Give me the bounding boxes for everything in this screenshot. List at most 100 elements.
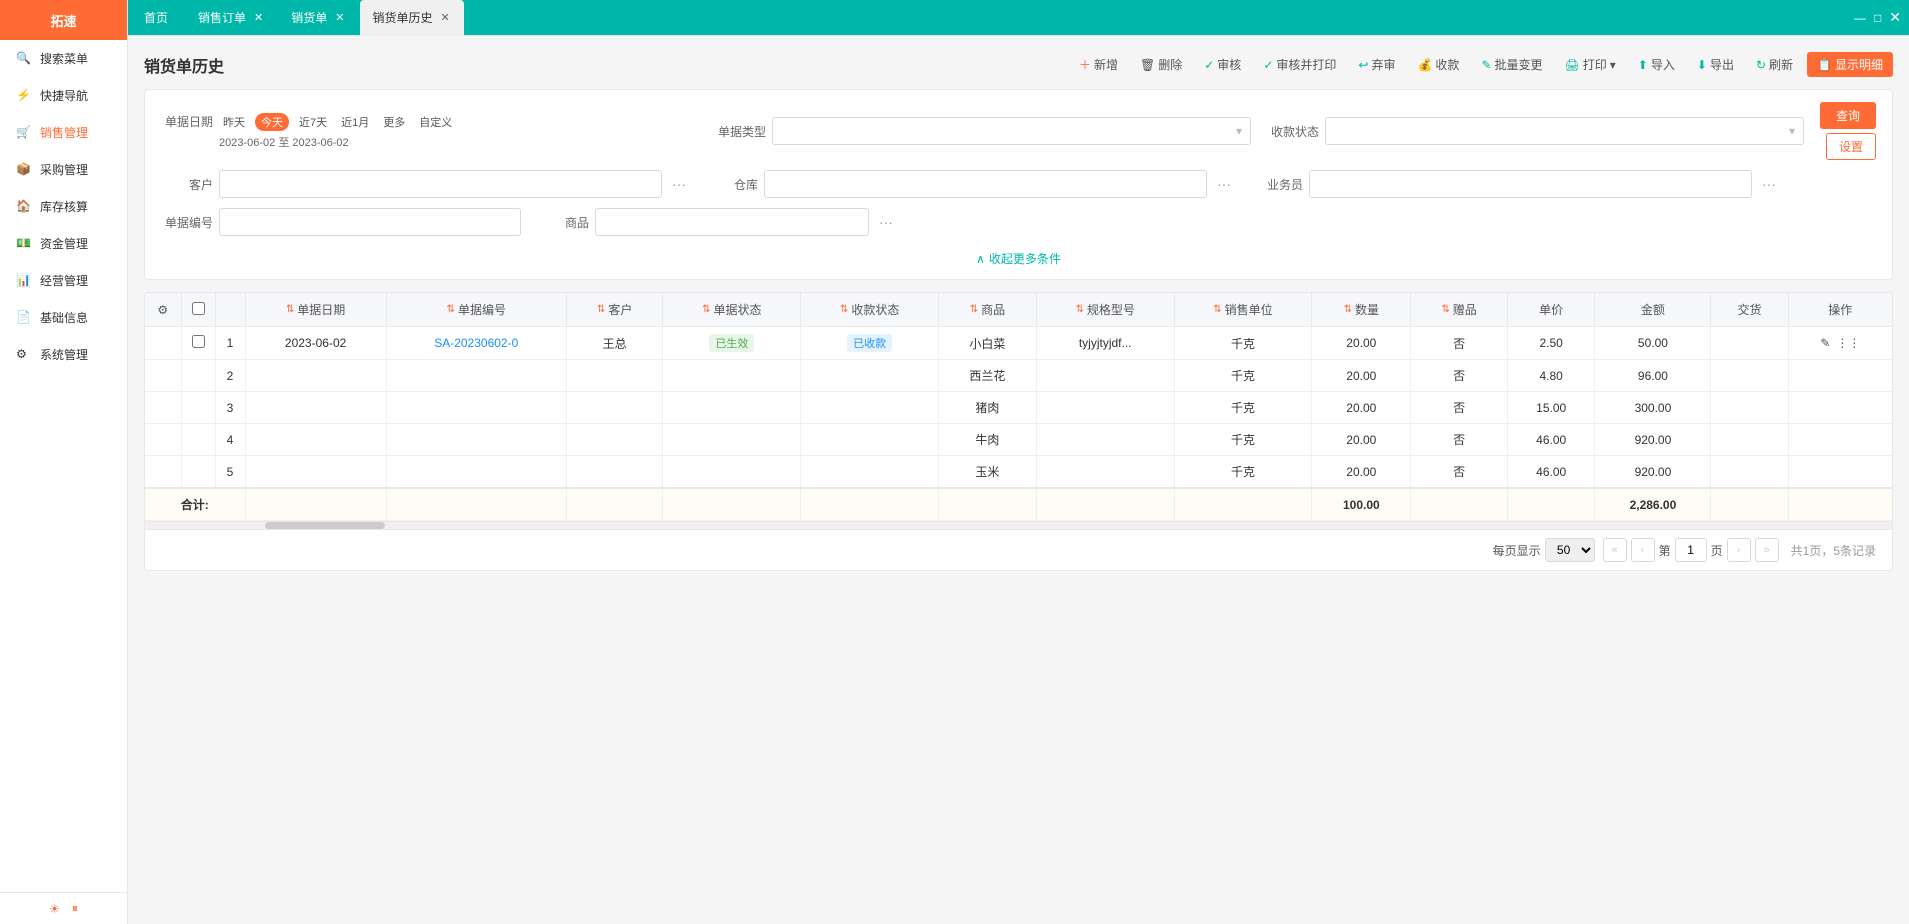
- search-icon: 🔍: [16, 51, 32, 67]
- content-area: 销货单历史 ＋ 新增 🗑 删除 ✓ 审核 ✓ 审核并打印: [128, 36, 1909, 924]
- date-tabs: 昨天 今天 近7天 近1月 更多 自定义: [219, 113, 456, 131]
- col-spec[interactable]: ⇅ 规格型号: [1036, 293, 1174, 327]
- abandon-icon: ↩: [1358, 58, 1368, 72]
- horizontal-scrollbar[interactable]: [145, 521, 1892, 529]
- theme-icon[interactable]: ☀: [49, 902, 60, 916]
- query-button[interactable]: 查询: [1820, 102, 1876, 129]
- more-action-icon[interactable]: ⋮⋮: [1836, 336, 1860, 350]
- sidebar-item-inventory[interactable]: 🏠 库存核算: [0, 188, 127, 225]
- col-gift[interactable]: ⇅ 赠品: [1411, 293, 1508, 327]
- tab-sales-order[interactable]: 销售订单 ✕: [186, 0, 277, 36]
- col-goods[interactable]: ⇅ 商品: [939, 293, 1037, 327]
- prev-page-btn[interactable]: ‹: [1631, 538, 1655, 562]
- col-doc-date[interactable]: ⇅ 单据日期: [245, 293, 386, 327]
- batch-change-button[interactable]: ✎ 批量变更: [1473, 52, 1550, 77]
- tab-close-sales-goods[interactable]: ✕: [333, 11, 346, 24]
- per-page-select[interactable]: 50 100 200: [1545, 538, 1595, 562]
- sidebar-item-purchase[interactable]: 📦 采购管理: [0, 151, 127, 188]
- collect-button[interactable]: 💰 收款: [1409, 52, 1467, 77]
- delete-button[interactable]: 🗑 删除: [1132, 52, 1190, 77]
- print-button[interactable]: 🖨 打印 ▾: [1557, 52, 1624, 77]
- window-minimize[interactable]: —: [1854, 11, 1866, 25]
- warehouse-ellipsis[interactable]: ···: [1213, 176, 1235, 192]
- filter-docno-item: 单据编号: [161, 208, 521, 236]
- page-number-input[interactable]: [1675, 538, 1707, 562]
- docno-input[interactable]: [219, 208, 521, 236]
- col-customer[interactable]: ⇅ 客户: [566, 293, 663, 327]
- tab-bar: 首页 销售订单 ✕ 销货单 ✕ 销货单历史 ✕ — □ ✕: [128, 0, 1909, 36]
- sidebar-item-basic-info[interactable]: 📄 基础信息: [0, 299, 127, 336]
- filter-date-item: 单据日期 昨天 今天 近7天 近1月 更多 自定义 2023-06-02 至 2…: [161, 113, 698, 150]
- chevron-down-icon2: ▾: [1789, 124, 1795, 138]
- tab-sales-history[interactable]: 销货单历史 ✕: [360, 0, 463, 36]
- sidebar-item-quick-nav[interactable]: ⚡ 快捷导航: [0, 77, 127, 114]
- goods-ellipsis[interactable]: ···: [875, 214, 897, 230]
- date-tab-custom[interactable]: 自定义: [415, 113, 456, 131]
- sort-icon10: ⇅: [1441, 304, 1449, 315]
- collapse-condition[interactable]: ∧ 收起更多条件: [161, 246, 1876, 267]
- col-settings[interactable]: ⚙: [145, 293, 181, 327]
- edit-icon[interactable]: ✎: [1820, 336, 1830, 350]
- date-tab-1month[interactable]: 近1月: [337, 113, 373, 131]
- scroll-thumb[interactable]: [265, 522, 385, 529]
- tab-sales-goods[interactable]: 销货单 ✕: [279, 0, 358, 36]
- last-page-btn[interactable]: »: [1755, 538, 1779, 562]
- select-all-checkbox[interactable]: [192, 302, 205, 315]
- col-doc-status[interactable]: ⇅ 单据状态: [663, 293, 801, 327]
- dropdown-arrow: ▾: [1610, 58, 1616, 72]
- col-qty[interactable]: ⇅ 数量: [1312, 293, 1411, 327]
- row-doc-date: 2023-06-02: [245, 327, 386, 360]
- date-tab-yesterday[interactable]: 昨天: [219, 113, 249, 131]
- page-navigation: « ‹ 第 页 › » 共1页，5条记录: [1603, 538, 1876, 562]
- refresh-button[interactable]: ↻ 刷新: [1748, 52, 1801, 77]
- detail-icon: 📋: [1817, 58, 1832, 72]
- lightning-icon: ⚡: [16, 88, 32, 104]
- abandon-button[interactable]: ↩ 弃审: [1350, 52, 1403, 77]
- tab-close-sales-order[interactable]: ✕: [252, 11, 265, 24]
- row-select-1[interactable]: [192, 335, 205, 348]
- tab-close-sales-history[interactable]: ✕: [439, 11, 452, 24]
- import-button[interactable]: ⬆ 导入: [1630, 52, 1683, 77]
- sidebar-item-sales[interactable]: 🛒 销售管理: [0, 114, 127, 151]
- set-button[interactable]: 设置: [1826, 133, 1876, 160]
- show-detail-button[interactable]: 📋 显示明细: [1807, 52, 1893, 77]
- app-logo: 拓速: [0, 0, 127, 40]
- tab-home[interactable]: 首页: [128, 0, 184, 36]
- customer-ellipsis[interactable]: ···: [668, 176, 690, 192]
- audit-print-button[interactable]: ✓ 审核并打印: [1255, 52, 1344, 77]
- pause-icon[interactable]: ⏸: [72, 901, 78, 916]
- salesperson-input[interactable]: [1309, 170, 1752, 198]
- row-goods: 小白菜: [939, 327, 1037, 360]
- dollar-icon: 💵: [16, 236, 32, 252]
- settings-icon: ⚙: [16, 347, 32, 363]
- doc-no-link[interactable]: SA-20230602-0: [434, 336, 518, 350]
- window-maximize[interactable]: □: [1874, 11, 1881, 25]
- sidebar-item-finance[interactable]: 💵 资金管理: [0, 225, 127, 262]
- next-page-btn[interactable]: ›: [1727, 538, 1751, 562]
- data-table: ⚙ ⇅ 单据日期: [145, 293, 1892, 521]
- sidebar-item-search-menu[interactable]: 🔍 搜索菜单: [0, 40, 127, 77]
- customer-input[interactable]: [219, 170, 662, 198]
- col-doc-no[interactable]: ⇅ 单据编号: [386, 293, 566, 327]
- audit-button[interactable]: ✓ 审核: [1196, 52, 1249, 77]
- payment-status-select[interactable]: ▾: [1325, 117, 1804, 145]
- doc-type-select[interactable]: ▾: [772, 117, 1251, 145]
- row-unit: 千克: [1174, 327, 1312, 360]
- docno-label: 单据编号: [161, 214, 213, 231]
- col-unit[interactable]: ⇅ 销售单位: [1174, 293, 1312, 327]
- date-tab-today[interactable]: 今天: [255, 113, 289, 131]
- new-button[interactable]: ＋ 新增: [1071, 52, 1126, 77]
- refresh-icon: ↻: [1756, 58, 1766, 72]
- salesperson-ellipsis[interactable]: ···: [1758, 176, 1780, 192]
- goods-input[interactable]: [595, 208, 869, 236]
- date-tab-more[interactable]: 更多: [379, 113, 409, 131]
- col-payment-status[interactable]: ⇅ 收款状态: [801, 293, 939, 327]
- export-button[interactable]: ⬇ 导出: [1689, 52, 1742, 77]
- date-tab-7days[interactable]: 近7天: [295, 113, 331, 131]
- window-close[interactable]: ✕: [1889, 9, 1901, 26]
- sidebar-item-operations[interactable]: 📊 经营管理: [0, 262, 127, 299]
- first-page-btn[interactable]: «: [1603, 538, 1627, 562]
- warehouse-input[interactable]: [764, 170, 1207, 198]
- row-doc-no[interactable]: SA-20230602-0: [386, 327, 566, 360]
- sidebar-item-system[interactable]: ⚙ 系统管理: [0, 336, 127, 373]
